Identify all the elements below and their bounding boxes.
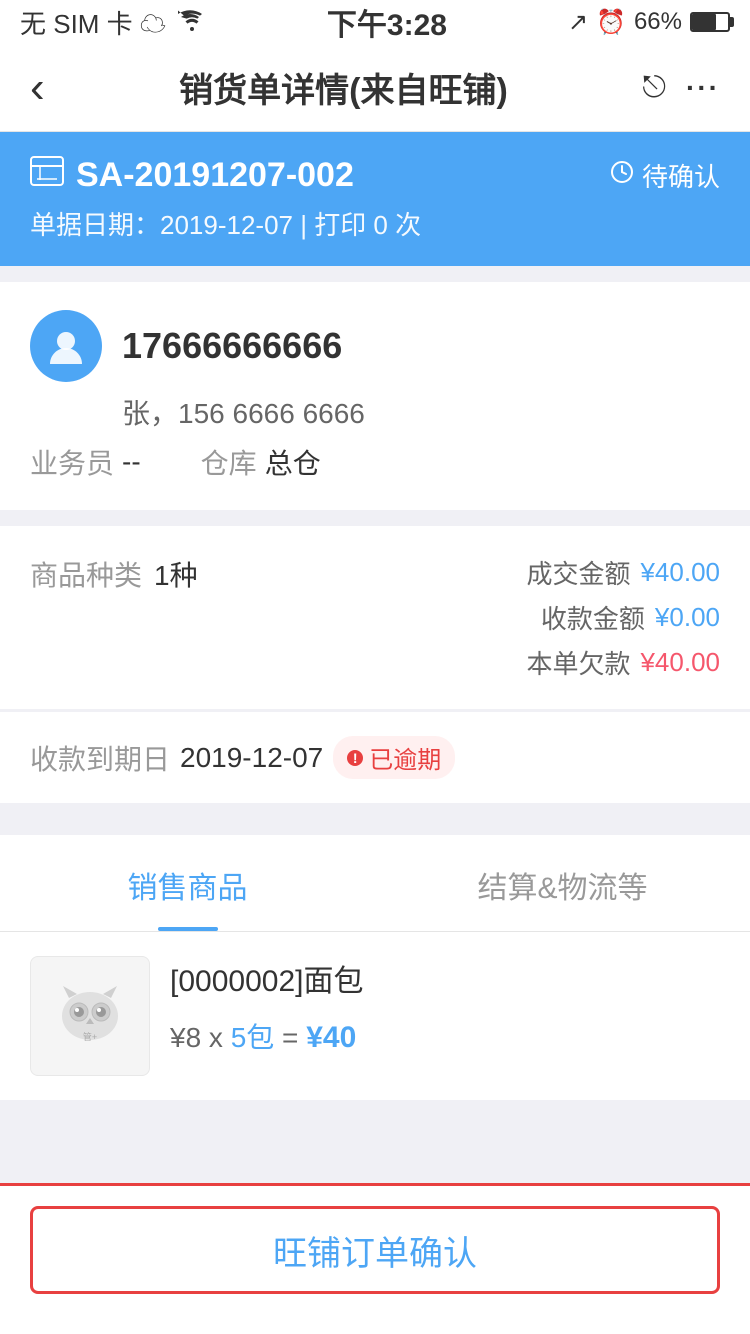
brand-logo: 管+ <box>55 984 125 1049</box>
customer-meta: 业务员 -- 仓库 总仓 <box>30 442 720 482</box>
order-status: 待确认 <box>610 157 720 194</box>
product-name: [0000002]面包 <box>170 956 720 1000</box>
summary-item-0: 成交金额 ¥40.00 <box>526 554 720 591</box>
tab-products[interactable]: 销售商品 <box>0 835 375 931</box>
price-total: ¥40 <box>306 1021 356 1054</box>
nav-actions: ⎋ ··· <box>642 71 720 105</box>
summary-section: 商品种类 1种 成交金额 ¥40.00 收款金额 ¥0.00 本单欠款 ¥40.… <box>0 526 750 709</box>
nav-bar: ‹ 销货单详情(来自旺铺) ⎋ ··· <box>0 44 750 132</box>
no-sim-label: 无 SIM 卡 ☁ <box>20 4 166 41</box>
status-time: 下午3:28 <box>327 0 447 44</box>
due-date-value: 2019-12-07 <box>180 742 323 774</box>
type-value: 1种 <box>154 554 198 594</box>
product-info: [0000002]面包 ¥8 x 5包 = ¥40 <box>170 956 720 1056</box>
product-price: ¥8 x 5包 = ¥40 <box>170 1016 720 1056</box>
inbox-icon <box>30 156 64 195</box>
summary-item-1: 收款金额 ¥0.00 <box>541 599 720 636</box>
confirm-order-button[interactable]: 旺铺订单确认 <box>30 1206 720 1294</box>
status-bar: 无 SIM 卡 ☁ 下午3:28 ↗ ⏰ 66% <box>0 0 750 44</box>
divider-2 <box>0 803 750 819</box>
customer-contact: 张，156 6666 6666 <box>30 392 720 432</box>
confirm-button-wrap: 旺铺订单确认 <box>0 1183 750 1334</box>
amount-label-1: 收款金额 <box>541 599 645 636</box>
product-list: 管+ [0000002]面包 ¥8 x 5包 = ¥40 <box>0 932 750 1100</box>
customer-section: 17666666666 张，156 6666 6666 业务员 -- 仓库 总仓 <box>0 282 750 510</box>
amount-value-2: ¥40.00 <box>640 647 720 678</box>
avatar <box>30 310 102 382</box>
battery-icon <box>690 12 730 32</box>
product-item-0: 管+ [0000002]面包 ¥8 x 5包 = ¥40 <box>30 956 720 1076</box>
location-icon: ↗ <box>568 8 588 37</box>
status-right: ↗ ⏰ 66% <box>568 8 730 37</box>
tab-settlement[interactable]: 结算&物流等 <box>375 835 750 931</box>
due-section: 收款到期日 2019-12-07 ! 已逾期 <box>0 711 750 803</box>
product-thumbnail: 管+ <box>30 956 150 1076</box>
warehouse-meta: 仓库 总仓 <box>201 442 321 482</box>
tab-products-label: 销售商品 <box>128 872 248 905</box>
overdue-text: 已逾期 <box>369 740 441 775</box>
summary-left: 商品种类 1种 <box>30 554 198 594</box>
customer-top: 17666666666 <box>30 310 720 382</box>
amount-label-2: 本单欠款 <box>526 644 630 681</box>
amount-label-0: 成交金额 <box>526 554 630 591</box>
sales-label: 业务员 <box>30 442 114 482</box>
battery-percent: 66% <box>634 8 682 36</box>
alarm-icon: ⏰ <box>596 8 626 37</box>
svg-text:管+: 管+ <box>83 1031 97 1042</box>
wifi-icon <box>178 7 206 38</box>
share-icon[interactable]: ⎋ <box>642 71 666 105</box>
sales-value: -- <box>122 446 141 478</box>
more-icon[interactable]: ··· <box>686 72 720 104</box>
order-header-top: SA-20191207-002 待确认 <box>30 156 720 195</box>
page-title: 销货单详情(来自旺铺) <box>179 63 508 112</box>
price-equals: = <box>274 1022 306 1053</box>
order-header: SA-20191207-002 待确认 单据日期：2019-12-07 | 打印… <box>0 132 750 266</box>
tabs-section: 销售商品 结算&物流等 <box>0 835 750 1100</box>
overdue-badge: ! 已逾期 <box>333 736 455 779</box>
price-qty: 5包 <box>231 1022 275 1053</box>
clock-icon <box>610 160 634 191</box>
order-meta: 单据日期：2019-12-07 | 打印 0 次 <box>30 205 720 242</box>
back-button[interactable]: ‹ <box>30 63 45 113</box>
type-label: 商品种类 <box>30 554 142 594</box>
tab-settlement-label: 结算&物流等 <box>477 872 647 905</box>
customer-phone: 17666666666 <box>122 325 342 367</box>
order-id: SA-20191207-002 <box>30 156 354 195</box>
tabs-header: 销售商品 结算&物流等 <box>0 835 750 932</box>
sales-meta: 业务员 -- <box>30 442 141 482</box>
warehouse-value: 总仓 <box>265 442 321 482</box>
divider-1 <box>0 510 750 526</box>
warehouse-label: 仓库 <box>201 442 257 482</box>
summary-row: 商品种类 1种 成交金额 ¥40.00 收款金额 ¥0.00 本单欠款 ¥40.… <box>30 554 720 681</box>
status-left: 无 SIM 卡 ☁ <box>20 4 206 41</box>
overdue-dot-icon: ! <box>347 750 363 766</box>
due-label: 收款到期日 <box>30 738 170 778</box>
summary-item-2: 本单欠款 ¥40.00 <box>526 644 720 681</box>
amount-value-1: ¥0.00 <box>655 602 720 633</box>
price-label: ¥8 x <box>170 1022 231 1053</box>
summary-right: 成交金额 ¥40.00 收款金额 ¥0.00 本单欠款 ¥40.00 <box>526 554 720 681</box>
amount-value-0: ¥40.00 <box>640 557 720 588</box>
